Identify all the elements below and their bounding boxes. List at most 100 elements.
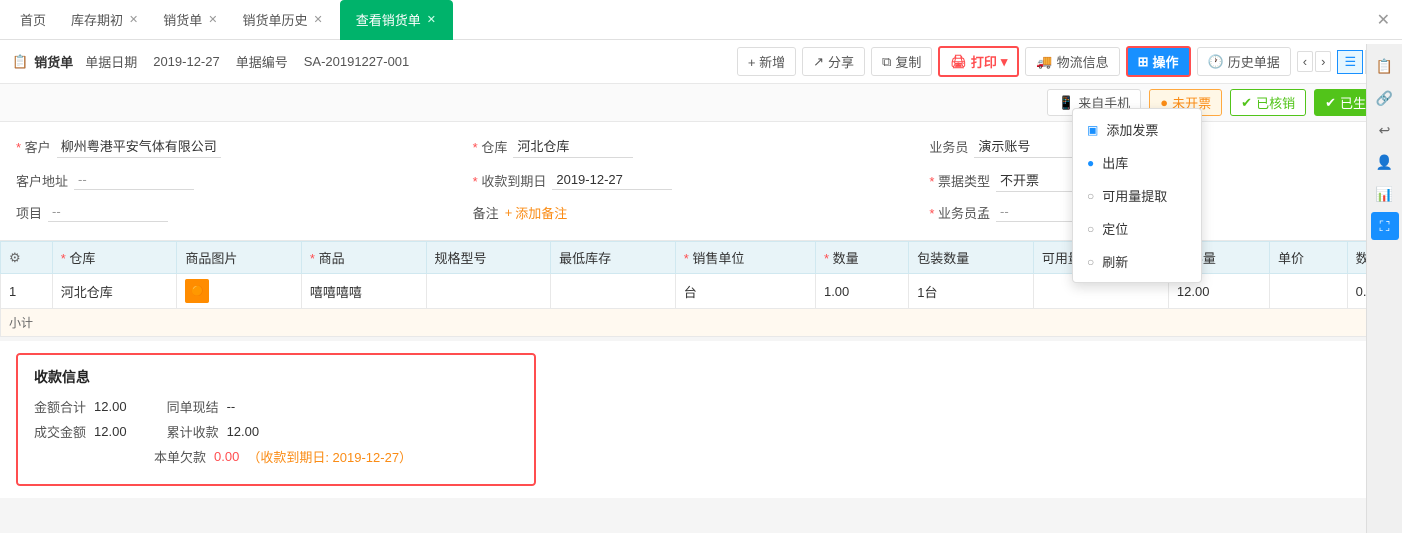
tab-sales-history[interactable]: 销货单历史 ✕ [230,0,335,40]
logistics-button[interactable]: 🚚 物流信息 [1025,47,1119,76]
print-icon: 🖨 [950,54,967,70]
number-label: 单据编号 [236,52,288,71]
due-date-value[interactable]: 2019-12-27 [552,170,672,190]
transaction-label: 成交金额 [34,422,86,441]
sidebar-link-icon[interactable]: 🔗 [1371,84,1399,112]
doc-type-label: 销货单 [34,52,73,71]
min-stock-col-header: 最低库存 [551,242,676,274]
tab-home[interactable]: 首页 [8,0,59,40]
ticket-type-label: 票据类型 [929,171,990,190]
spec-col-header: 规格型号 [426,242,551,274]
row-product-cell[interactable]: 嘻嘻嘻嘻 [301,274,426,309]
subtotal-cell: 小计 [1,309,1402,337]
row-product-img-cell: 🟠 [177,274,302,309]
total-label: 金额合计 [34,397,86,416]
total-value: 12.00 [94,399,127,414]
row-warehouse-cell[interactable]: 河北仓库 [52,274,177,309]
due-date-label: 收款到期日 [473,171,547,190]
subtotal-row: 小计 [1,309,1402,337]
number-value: SA-20191227-001 [304,54,410,69]
transaction-value: 12.00 [94,424,127,439]
bottom-area: 收款信息 金额合计 12.00 同单现结 -- 成交金额 12.00 累计收款 … [0,341,1402,498]
circle-outline-icon3: ○ [1087,255,1094,269]
ops-button[interactable]: ⊞ 操作 [1126,46,1191,77]
doc-meta: 单据日期 2019-12-27 单据编号 SA-20191227-001 [85,52,409,71]
next-button[interactable]: › [1315,51,1331,72]
overdue-value: 0.00 [214,449,239,464]
tab-view-sales[interactable]: 查看销货单 ✕ [340,0,453,40]
close-icon[interactable]: ✕ [208,13,217,26]
remark-label: 备注 [473,203,499,222]
add-invoice-item[interactable]: ▣ 添加发票 [1073,113,1201,146]
date-label: 单据日期 [85,52,137,71]
customer-value[interactable]: 柳州粤港平安气体有限公司 [57,134,221,158]
row-min-stock-cell[interactable] [551,274,676,309]
product-img-col-header: 商品图片 [177,242,302,274]
share-button[interactable]: ↗ 分享 [802,47,865,76]
square-icon: ▣ [1087,123,1098,137]
share-icon: ↗ [813,54,824,70]
due-note: （收款到期日: 2019-12-27） [247,447,412,466]
salesperson-label: 业务员孟 [929,203,990,222]
check-icon: ✔ [1241,95,1252,111]
row-pack-qty-cell[interactable]: 1台 [909,274,1034,309]
date-value: 2019-12-27 [153,54,220,69]
sidebar-chart-icon[interactable]: 📊 [1371,180,1399,208]
sidebar-doc-icon[interactable]: 📋 [1371,52,1399,80]
address-value[interactable]: -- [74,170,194,190]
new-button[interactable]: + 新增 [737,47,796,76]
warehouse-col-header: 仓库 [52,242,177,274]
copy-icon: ⧉ [882,54,891,70]
row-sales-unit-cell[interactable]: 台 [675,274,815,309]
row-unit-price-cell[interactable] [1270,274,1348,309]
tab-inventory-init[interactable]: 库存期初 ✕ [59,0,151,40]
sales-unit-col-header: 销售单位 [675,242,815,274]
remark-field: 备注 + 添加备注 [473,203,930,222]
confirmed-button[interactable]: ✔ 已核销 [1230,89,1306,116]
print-button[interactable]: 🖨 打印 ▾ [938,46,1019,77]
row-num-cell: 1 [1,274,53,309]
project-label: 项目 [16,203,42,222]
close-icon[interactable]: ✕ [129,13,138,26]
toolbar-left: 📋 销货单 单据日期 2019-12-27 单据编号 SA-20191227-0… [12,52,731,71]
row-quantity-cell[interactable]: 1.00 [815,274,908,309]
sidebar-return-icon[interactable]: ↩ [1371,116,1399,144]
close-icon[interactable]: ✕ [314,13,323,26]
warehouse-value[interactable]: 河北仓库 [513,134,633,158]
history-icon: 🕐 [1208,54,1224,70]
truck-icon: 🚚 [1036,54,1052,70]
overdue-label: 本单欠款 [154,447,206,466]
grid-icon: ⊞ [1138,54,1149,70]
available-pickup-item[interactable]: ○ 可用量提取 [1073,179,1201,212]
window-close-button[interactable]: ✕ [1377,10,1390,30]
sidebar-expand-icon[interactable]: ⛶ [1371,212,1399,240]
receipt-row-2: 成交金额 12.00 累计收款 12.00 [34,422,518,441]
doc-title: 📋 销货单 [12,52,73,71]
locate-item[interactable]: ○ 定位 [1073,212,1201,245]
same-order-value: -- [227,399,236,414]
close-icon[interactable]: ✕ [427,13,436,26]
settings-col-header[interactable]: ⚙ [1,242,53,274]
receipt-title: 收款信息 [34,367,518,387]
due-date-field: 收款到期日 2019-12-27 [473,170,930,190]
prev-button[interactable]: ‹ [1297,51,1313,72]
product-col-header: 商品 [301,242,426,274]
outbound-item[interactable]: ● 出库 [1073,146,1201,179]
staff-label: 业务员 [929,137,968,156]
project-value[interactable]: -- [48,202,168,222]
receipt-info: 收款信息 金额合计 12.00 同单现结 -- 成交金额 12.00 累计收款 … [16,353,536,486]
same-order-label: 同单现结 [167,397,219,416]
customer-label: 客户 [16,137,51,156]
copy-button[interactable]: ⧉ 复制 [871,47,932,76]
add-remark-button[interactable]: + 添加备注 [505,203,568,222]
history-button[interactable]: 🕐 历史单据 [1197,47,1291,76]
refresh-item[interactable]: ○ 刷新 [1073,245,1201,278]
sidebar-user-icon[interactable]: 👤 [1371,148,1399,176]
plus-icon: + [505,205,513,220]
tab-sales-order[interactable]: 销货单 ✕ [151,0,230,40]
nav-arrows: ‹ › [1297,51,1332,72]
list-view-button[interactable]: ☰ [1337,50,1363,74]
row-spec-cell[interactable] [426,274,551,309]
cumulative-item: 累计收款 12.00 [167,422,260,441]
warehouse-field: 仓库 河北仓库 [473,134,930,158]
